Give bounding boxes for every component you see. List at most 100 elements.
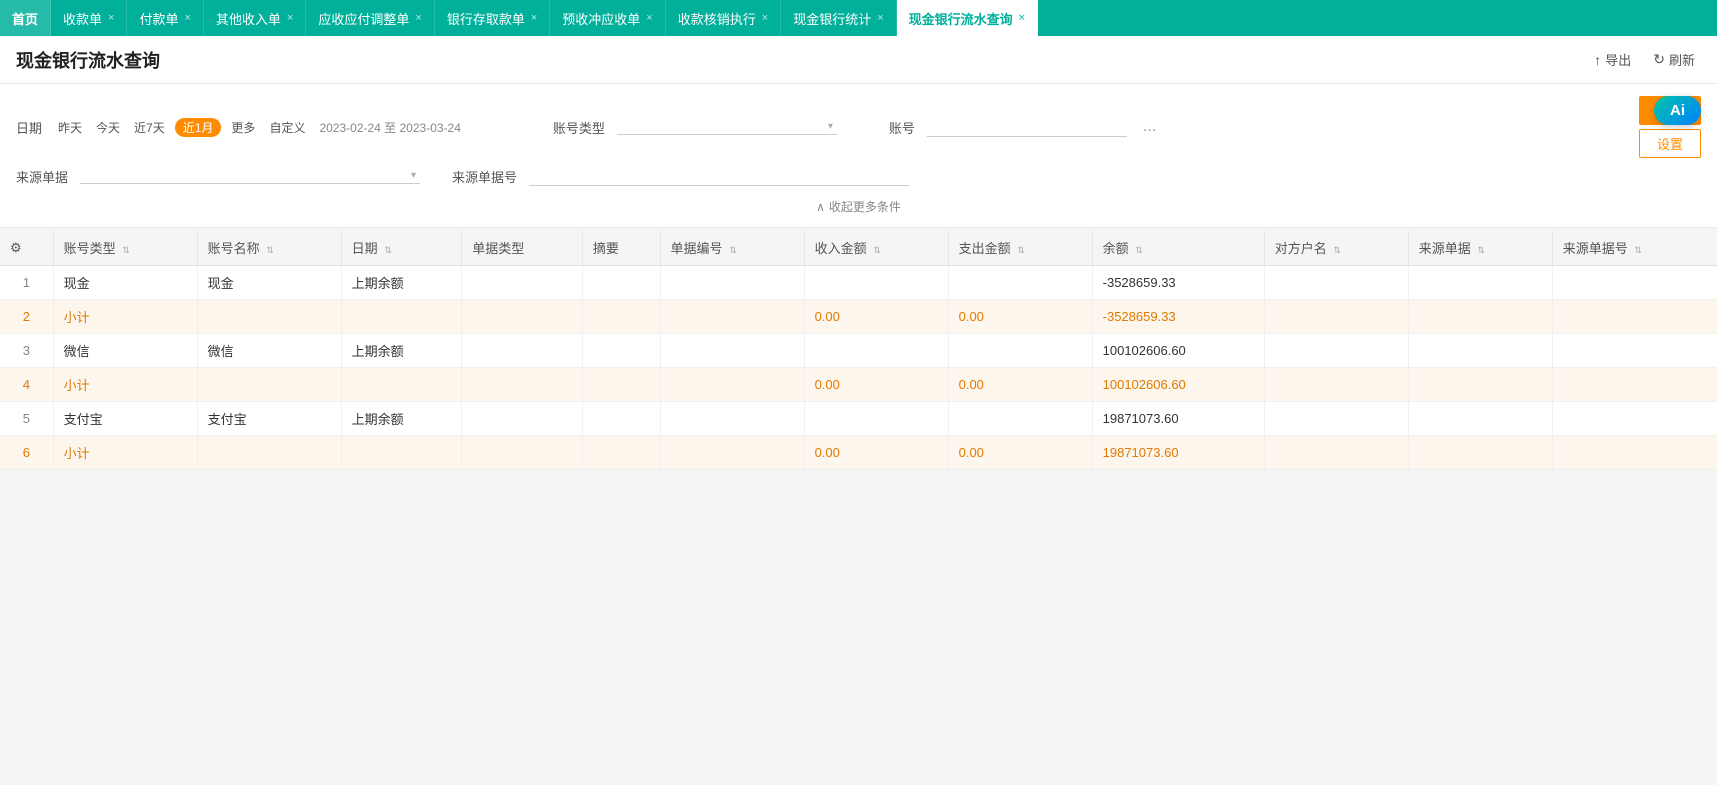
account-type-label: 账号类型: [553, 118, 605, 137]
nav-other-income[interactable]: 其他收入单 ×: [204, 0, 306, 36]
cell-expense: 0.00: [948, 436, 1092, 470]
nav-advance[interactable]: 预收冲应收单 ×: [550, 0, 665, 36]
more-options-icon[interactable]: ...: [1139, 118, 1160, 136]
cell-source-doc: [1408, 300, 1552, 334]
date-btn-yesterday[interactable]: 昨天: [54, 118, 86, 137]
cell-counterpart: [1264, 368, 1408, 402]
close-icon[interactable]: ×: [184, 12, 190, 24]
gear-icon[interactable]: ⚙: [10, 240, 22, 255]
close-icon[interactable]: ×: [415, 12, 421, 24]
source-doc-no-label: 来源单据号: [452, 167, 517, 186]
chevron-down-icon-2: ▾: [411, 170, 416, 181]
nav-bank-deposit[interactable]: 银行存取款单 ×: [435, 0, 550, 36]
cell-source-doc-no: [1552, 300, 1717, 334]
cell-doc-type: [462, 402, 583, 436]
nav-cash-stats[interactable]: 现金银行统计 ×: [781, 0, 896, 36]
col-source-doc[interactable]: 来源单据 ⇅: [1408, 230, 1552, 266]
col-doc-no[interactable]: 单据编号 ⇅: [660, 230, 804, 266]
nav-payment[interactable]: 付款单 ×: [127, 0, 203, 36]
cell-date: [341, 368, 462, 402]
close-icon[interactable]: ×: [287, 12, 293, 24]
table-row[interactable]: 4小计0.000.00100102606.60: [0, 368, 1717, 402]
col-gear[interactable]: ⚙: [0, 230, 53, 266]
table-row[interactable]: 2小计0.000.00-3528659.33: [0, 300, 1717, 334]
cell-balance: 19871073.60: [1092, 436, 1264, 470]
table-body: 1现金现金上期余额-3528659.332小计0.000.00-3528659.…: [0, 266, 1717, 470]
date-btn-more[interactable]: 更多: [227, 118, 259, 137]
row-number: 3: [0, 334, 53, 368]
cell-balance: 100102606.60: [1092, 334, 1264, 368]
cell-source-doc-no: [1552, 368, 1717, 402]
cell-account-name: 微信: [197, 334, 341, 368]
date-btn-custom[interactable]: 自定义: [265, 118, 309, 137]
collapse-button[interactable]: ∧ 收起更多条件: [16, 194, 1701, 219]
sort-icon: ⇅: [1477, 245, 1485, 255]
export-button[interactable]: ↑ 导出: [1588, 48, 1637, 71]
cell-balance: -3528659.33: [1092, 266, 1264, 300]
account-type-select[interactable]: ▾: [617, 119, 837, 135]
close-icon[interactable]: ×: [877, 12, 883, 24]
date-btn-today[interactable]: 今天: [92, 118, 124, 137]
col-date[interactable]: 日期 ⇅: [341, 230, 462, 266]
cell-account-name: [197, 368, 341, 402]
close-icon[interactable]: ×: [762, 12, 768, 24]
cell-account-type: 现金: [53, 266, 197, 300]
nav-adjustment[interactable]: 应收应付调整单 ×: [306, 0, 434, 36]
cell-account-name: 支付宝: [197, 402, 341, 436]
col-balance[interactable]: 余额 ⇅: [1092, 230, 1264, 266]
col-income[interactable]: 收入金额 ⇅: [804, 230, 948, 266]
cell-income: [804, 334, 948, 368]
settings-button[interactable]: 设置: [1639, 129, 1701, 158]
cell-source-doc-no: [1552, 402, 1717, 436]
refresh-button[interactable]: ↻ 刷新: [1647, 48, 1701, 71]
col-source-doc-no[interactable]: 来源单据号 ⇅: [1552, 230, 1717, 266]
cell-account-name: [197, 300, 341, 334]
cell-account-type: 小计: [53, 300, 197, 334]
sort-icon: ⇅: [1017, 245, 1025, 255]
cell-summary: [582, 368, 660, 402]
table-row[interactable]: 5支付宝支付宝上期余额19871073.60: [0, 402, 1717, 436]
date-btn-7days[interactable]: 近7天: [130, 118, 169, 137]
close-icon[interactable]: ×: [531, 12, 537, 24]
col-doc-type[interactable]: 单据类型: [462, 230, 583, 266]
export-icon: ↑: [1594, 52, 1601, 68]
cell-balance: 19871073.60: [1092, 402, 1264, 436]
col-account-type[interactable]: 账号类型 ⇅: [53, 230, 197, 266]
nav-home[interactable]: 首页: [0, 0, 51, 36]
date-btn-1month[interactable]: 近1月: [175, 118, 222, 137]
account-input[interactable]: [927, 117, 1127, 137]
sort-icon: ⇅: [729, 245, 737, 255]
row-number: 1: [0, 266, 53, 300]
account-label: 账号: [889, 118, 915, 137]
cell-account-name: 现金: [197, 266, 341, 300]
cell-doc-type: [462, 266, 583, 300]
sort-icon: ⇅: [1135, 245, 1143, 255]
cell-income: [804, 266, 948, 300]
sort-icon: ⇅: [1333, 245, 1341, 255]
table-row[interactable]: 1现金现金上期余额-3528659.33: [0, 266, 1717, 300]
cell-doc-type: [462, 334, 583, 368]
page-title: 现金银行流水查询: [16, 47, 160, 73]
filter-row-1: 日期 昨天 今天 近7天 近1月 更多 自定义 2023-02-24 至 202…: [16, 96, 1701, 158]
close-icon[interactable]: ×: [1019, 12, 1025, 24]
cell-source-doc: [1408, 402, 1552, 436]
close-icon[interactable]: ×: [646, 12, 652, 24]
col-expense[interactable]: 支出金额 ⇅: [948, 230, 1092, 266]
nav-receipt[interactable]: 收款单 ×: [51, 0, 127, 36]
date-shortcuts: 昨天 今天 近7天 近1月 更多 自定义 2023-02-24 至 2023-0…: [54, 118, 461, 137]
refresh-icon: ↻: [1653, 51, 1665, 68]
source-doc-no-input[interactable]: [529, 166, 909, 186]
ai-button[interactable]: Ai: [1654, 96, 1701, 125]
nav-writeoff[interactable]: 收款核销执行 ×: [666, 0, 781, 36]
cell-income: 0.00: [804, 436, 948, 470]
table-row[interactable]: 6小计0.000.0019871073.60: [0, 436, 1717, 470]
close-icon[interactable]: ×: [108, 12, 114, 24]
cell-expense: 0.00: [948, 300, 1092, 334]
col-counterpart[interactable]: 对方户名 ⇅: [1264, 230, 1408, 266]
cell-source-doc: [1408, 334, 1552, 368]
nav-cash-flow[interactable]: 现金银行流水查询 ×: [897, 0, 1038, 36]
table-row[interactable]: 3微信微信上期余额100102606.60: [0, 334, 1717, 368]
cell-source-doc-no: [1552, 266, 1717, 300]
source-doc-select[interactable]: ▾: [80, 168, 420, 184]
col-account-name[interactable]: 账号名称 ⇅: [197, 230, 341, 266]
